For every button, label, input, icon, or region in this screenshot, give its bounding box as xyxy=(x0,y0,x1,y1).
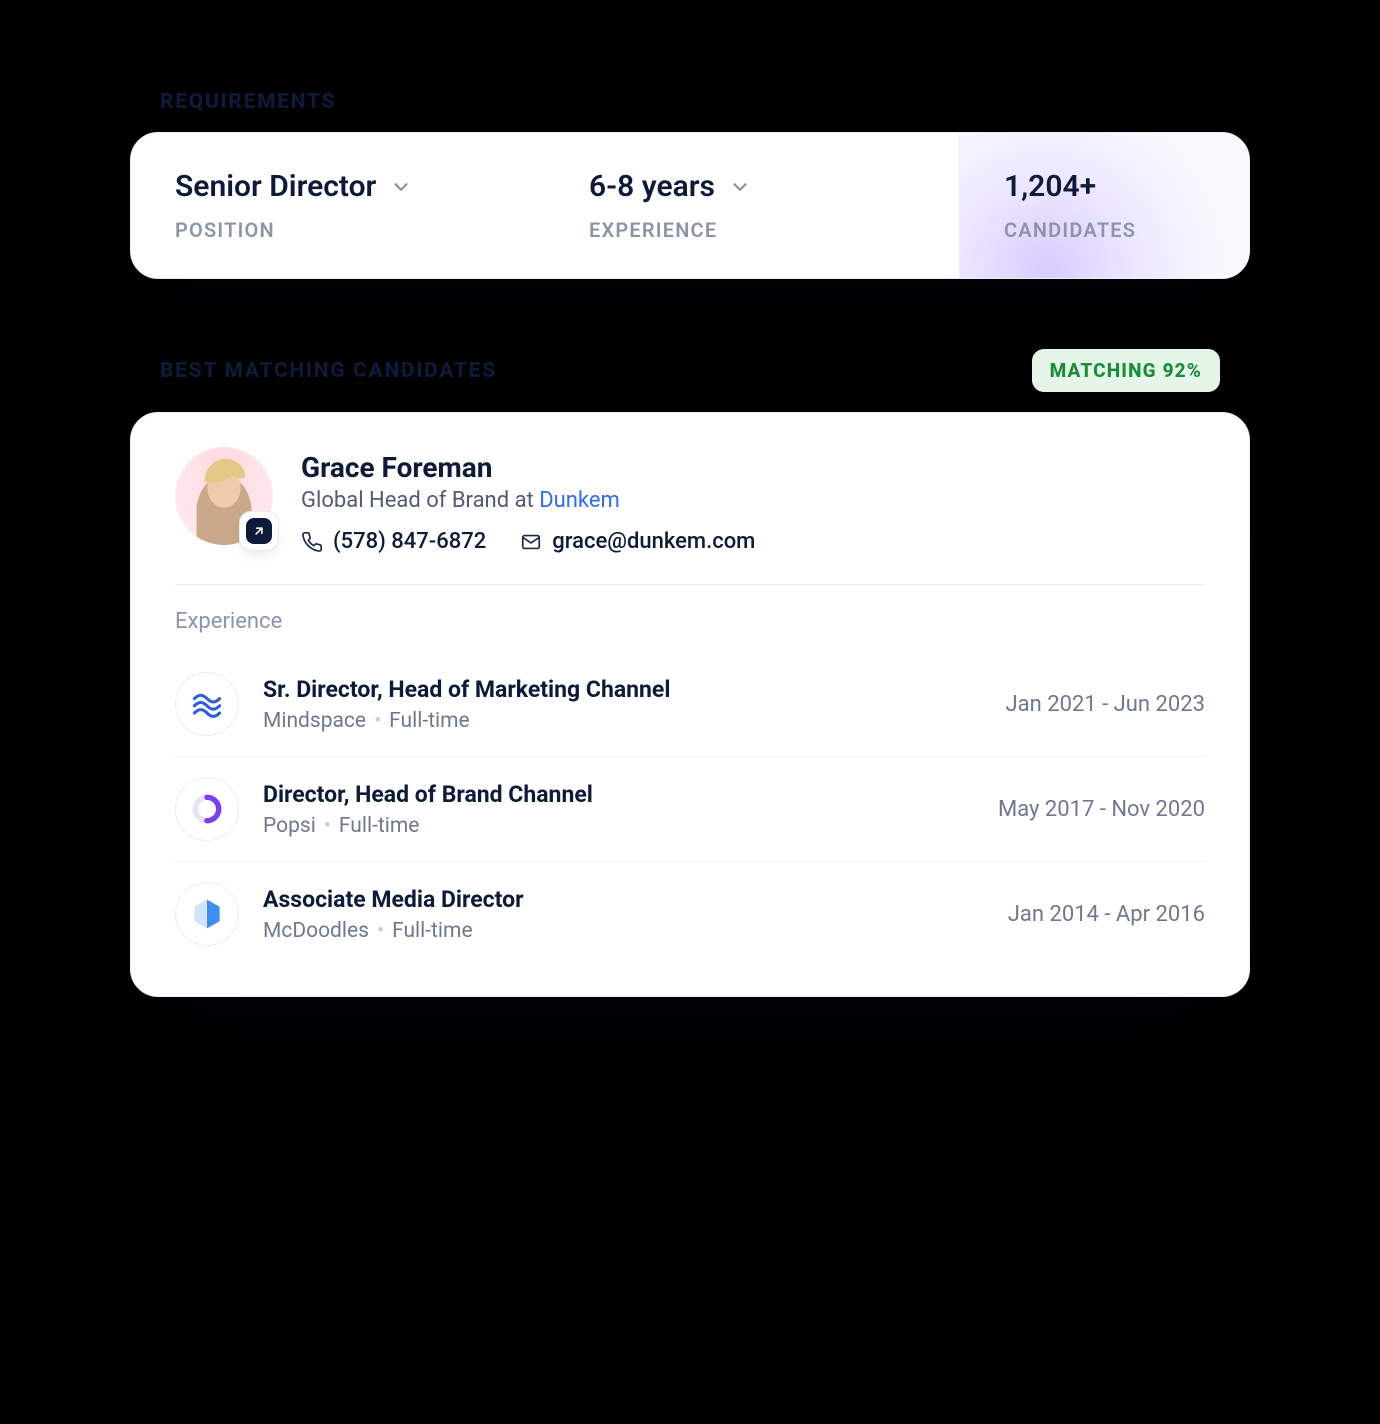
section-header-row: BEST MATCHING CANDIDATES MATCHING 92% xyxy=(160,349,1220,392)
requirement-candidates-label: CANDIDATES xyxy=(1004,218,1205,242)
experience-meta: Mindspace•Full-time xyxy=(263,709,982,733)
experience-company: Popsi xyxy=(263,814,316,838)
requirement-position-value: Senior Director xyxy=(175,169,376,204)
experience-title: Sr. Director, Head of Marketing Channel xyxy=(263,676,982,703)
experience-label: Experience xyxy=(175,609,1205,634)
experience-item: Sr. Director, Head of Marketing Channel M… xyxy=(175,652,1205,757)
candidate-phone-text: (578) 847-6872 xyxy=(333,529,486,554)
requirement-experience[interactable]: 6-8 years EXPERIENCE xyxy=(545,133,959,278)
candidate-contacts: (578) 847-6872 grace@dunkem.com xyxy=(301,529,755,554)
experience-company: Mindspace xyxy=(263,709,366,733)
section-label-best-matching: BEST MATCHING CANDIDATES xyxy=(160,359,497,383)
requirement-experience-value: 6-8 years xyxy=(589,169,715,204)
avatar-wrap xyxy=(175,447,273,545)
company-logo-hex xyxy=(189,896,225,932)
experience-list: Sr. Director, Head of Marketing Channel M… xyxy=(175,652,1205,966)
experience-meta: McDoodles•Full-time xyxy=(263,919,984,943)
experience-dates: May 2017 - Nov 2020 xyxy=(998,797,1205,822)
experience-type: Full-time xyxy=(389,709,470,733)
experience-type: Full-time xyxy=(392,919,473,943)
requirement-position[interactable]: Senior Director POSITION xyxy=(131,133,545,278)
experience-title: Associate Media Director xyxy=(263,886,984,913)
requirement-experience-label: EXPERIENCE xyxy=(589,218,915,242)
arrow-up-right-icon xyxy=(252,524,266,538)
experience-main: Associate Media Director McDoodles•Full-t… xyxy=(263,886,984,943)
requirement-position-label: POSITION xyxy=(175,218,501,242)
experience-company-logo xyxy=(175,777,239,841)
experience-company-logo xyxy=(175,672,239,736)
candidate-email-text: grace@dunkem.com xyxy=(552,529,755,554)
experience-main: Director, Head of Brand Channel Popsi•Ful… xyxy=(263,781,974,838)
mail-icon xyxy=(520,531,542,553)
experience-company-logo xyxy=(175,882,239,946)
candidate-company-link[interactable]: Dunkem xyxy=(539,488,620,513)
section-label-requirements: REQUIREMENTS xyxy=(160,90,1250,114)
candidate-card: Grace Foreman Global Head of Brand at Du… xyxy=(130,412,1250,997)
candidate-header: Grace Foreman Global Head of Brand at Du… xyxy=(175,447,1205,554)
requirements-card: Senior Director POSITION 6-8 years EXPER… xyxy=(130,132,1250,279)
experience-item: Director, Head of Brand Channel Popsi•Ful… xyxy=(175,757,1205,862)
candidate-email[interactable]: grace@dunkem.com xyxy=(520,529,755,554)
experience-meta: Popsi•Full-time xyxy=(263,814,974,838)
candidate-role-text: Global Head of Brand at xyxy=(301,488,539,513)
open-profile-badge[interactable] xyxy=(239,511,279,551)
requirement-candidates: 1,204+ CANDIDATES xyxy=(959,133,1249,278)
chevron-down-icon xyxy=(729,176,751,198)
experience-title: Director, Head of Brand Channel xyxy=(263,781,974,808)
company-logo-ring xyxy=(189,791,225,827)
chevron-down-icon xyxy=(390,176,412,198)
experience-main: Sr. Director, Head of Marketing Channel M… xyxy=(263,676,982,733)
candidate-info: Grace Foreman Global Head of Brand at Du… xyxy=(301,447,755,554)
experience-dates: Jan 2021 - Jun 2023 xyxy=(1006,692,1206,717)
experience-dates: Jan 2014 - Apr 2016 xyxy=(1008,902,1205,927)
requirement-candidates-value: 1,204+ xyxy=(1004,169,1096,204)
divider xyxy=(175,584,1205,585)
candidate-name: Grace Foreman xyxy=(301,451,755,484)
experience-item: Associate Media Director McDoodles•Full-t… xyxy=(175,862,1205,966)
phone-icon xyxy=(301,531,323,553)
candidate-role: Global Head of Brand at Dunkem xyxy=(301,488,755,513)
company-logo-wave xyxy=(189,686,225,722)
match-badge: MATCHING 92% xyxy=(1032,349,1220,392)
candidate-phone[interactable]: (578) 847-6872 xyxy=(301,529,486,554)
experience-type: Full-time xyxy=(339,814,420,838)
experience-company: McDoodles xyxy=(263,919,369,943)
